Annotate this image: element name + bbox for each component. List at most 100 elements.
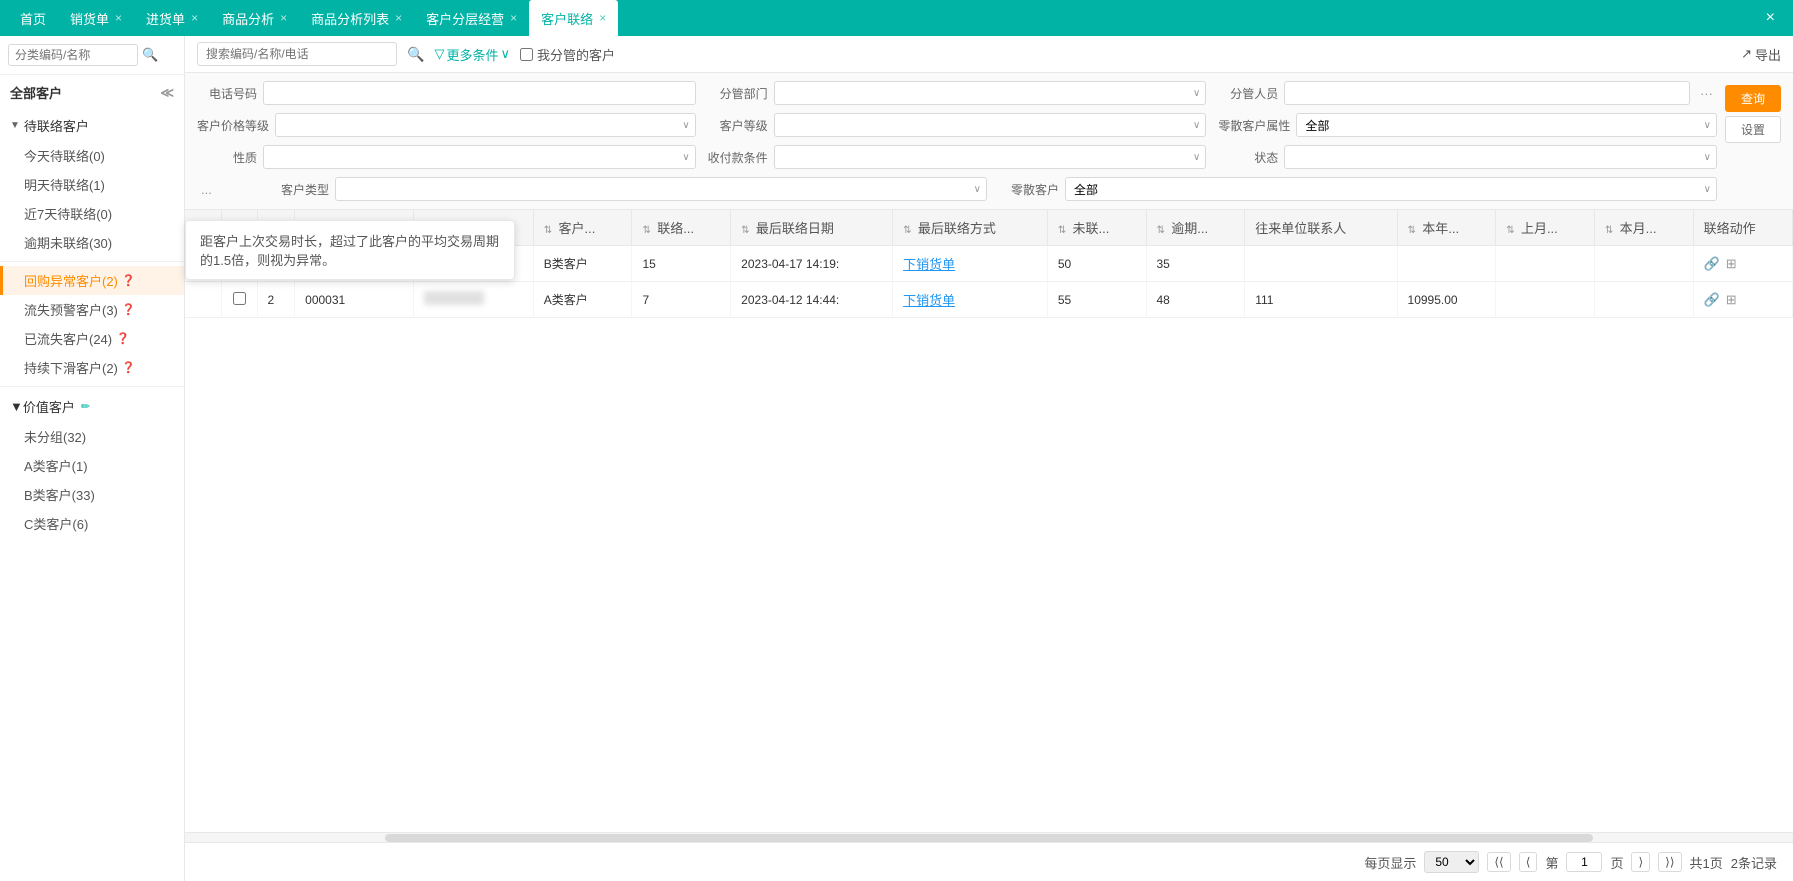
sidebar-item-a-class[interactable]: A类客户(1) <box>0 451 184 480</box>
price-grade-select-wrapper: ∨ <box>275 113 696 137</box>
th-last-month[interactable]: ⇅ 上月... <box>1496 210 1595 246</box>
price-grade-input[interactable] <box>275 113 696 137</box>
row2-grid-icon[interactable]: ⊞ <box>1726 292 1737 308</box>
sidebar-item-declining[interactable]: 持续下滑客户(2) ❓ <box>0 353 184 382</box>
nav-close-customer-contact[interactable]: × <box>599 11 606 25</box>
settings-button[interactable]: 设置 <box>1725 116 1781 143</box>
row2-checkbox[interactable] <box>221 282 257 318</box>
scrollbar-thumb[interactable] <box>385 834 1593 842</box>
sidebar-item-already-lost[interactable]: 已流失客户(24) ❓ <box>0 324 184 353</box>
retail-customer-select-wrapper: ∨ <box>1065 177 1717 201</box>
th-this-year[interactable]: ⇅ 本年... <box>1397 210 1496 246</box>
nav-product-analysis-list[interactable]: 商品分析列表 × <box>299 0 414 36</box>
row2-method-link[interactable]: 下销货单 <box>903 293 955 308</box>
page-label-suffix: 页 <box>1610 853 1623 872</box>
th-last-contact-method[interactable]: ⇅ 最后联络方式 <box>893 210 1048 246</box>
query-button[interactable]: 查询 <box>1725 85 1781 112</box>
retail-customer-label: 零散客户 <box>999 181 1059 198</box>
search-input[interactable] <box>197 42 397 66</box>
sidebar-all-customers[interactable]: 全部客户 ≪ <box>0 75 184 110</box>
nav-sales-order[interactable]: 销货单 × <box>58 0 134 36</box>
th-action: 联络动作 <box>1693 210 1792 246</box>
filter-field-phone: 电话号码 <box>197 81 696 105</box>
page-size-select[interactable]: 50 20 100 <box>1424 851 1479 873</box>
row1-method-link[interactable]: 下销货单 <box>903 257 955 272</box>
status-input[interactable] <box>1284 145 1717 169</box>
row2-select-checkbox[interactable] <box>233 292 246 305</box>
export-button[interactable]: ↗ 导出 <box>1741 45 1781 64</box>
th-not-contact[interactable]: ⇅ 未联... <box>1047 210 1146 246</box>
value-customers-edit-icon[interactable]: ✏ <box>81 400 90 413</box>
nav-close-customer-tiering[interactable]: × <box>510 11 517 25</box>
th-customer-grade[interactable]: ⇅ 客户... <box>533 210 632 246</box>
th-last-contact-date[interactable]: ⇅ 最后联络日期 <box>731 210 893 246</box>
row2-overdue: 48 <box>1146 282 1245 318</box>
window-close-button[interactable]: × <box>1756 9 1785 27</box>
my-customer-checkbox-label[interactable]: 我分管的客户 <box>520 45 615 64</box>
manager-input[interactable] <box>1284 81 1690 105</box>
chevron-down-icon: ∨ <box>500 46 510 62</box>
search-button[interactable]: 🔍 <box>407 46 424 63</box>
more-conditions-button[interactable]: ▽ 更多条件 ∨ <box>434 45 510 64</box>
retail-attr-input[interactable] <box>1296 113 1717 137</box>
sidebar: 🔍 全部客户 ≪ ▼ 待联络客户 今天待联络(0) 明天待联络(1) 近7天待联… <box>0 36 185 881</box>
row1-contact: 15 <box>632 246 731 282</box>
customer-type-input[interactable] <box>335 177 987 201</box>
nav-close-product-analysis-list[interactable]: × <box>395 11 402 25</box>
row2-link-icon[interactable]: 🔗 <box>1704 292 1720 308</box>
sidebar-item-c-class[interactable]: C类客户(6) <box>0 509 184 538</box>
sidebar-search-icon[interactable]: 🔍 <box>142 47 158 63</box>
row1-last-contact-method[interactable]: 下销货单 <box>893 246 1048 282</box>
horizontal-scrollbar[interactable] <box>185 832 1793 842</box>
nav-close-product-analysis[interactable]: × <box>280 11 287 25</box>
prev-page-button[interactable]: ⟨ <box>1519 852 1538 872</box>
payment-input[interactable] <box>774 145 1207 169</box>
row1-link-icon[interactable]: 🔗 <box>1704 256 1720 272</box>
nav-customer-tiering[interactable]: 客户分层经营 × <box>414 0 529 36</box>
phone-input[interactable] <box>263 81 696 105</box>
customer-grade-input[interactable] <box>774 113 1207 137</box>
my-customer-checkbox[interactable] <box>520 48 533 61</box>
row4-more-dots[interactable]: ... <box>197 182 216 197</box>
sidebar-item-overdue-pending[interactable]: 逾期未联络(30) <box>0 228 184 257</box>
nav-purchase-order[interactable]: 进货单 × <box>134 0 210 36</box>
nav-close-purchase-order[interactable]: × <box>191 11 198 25</box>
next-page-button[interactable]: ⟩ <box>1631 852 1650 872</box>
sort-icon-grade: ⇅ <box>544 225 552 236</box>
sidebar-item-today-pending[interactable]: 今天待联络(0) <box>0 141 184 170</box>
sidebar-collapse-icon[interactable]: ≪ <box>160 85 174 101</box>
sidebar-value-customers-group[interactable]: ▼ 价值客户 ✏ <box>0 391 184 422</box>
dept-input[interactable] <box>774 81 1207 105</box>
row1-last-contact-date: 2023-04-17 14:19: <box>731 246 893 282</box>
nav-customer-contact[interactable]: 客户联络 × <box>529 0 618 36</box>
nav-home[interactable]: 首页 <box>8 0 58 36</box>
th-this-month[interactable]: ⇅ 本月... <box>1594 210 1693 246</box>
first-page-button[interactable]: ⟨⟨ <box>1487 852 1510 872</box>
nav-product-analysis[interactable]: 商品分析 × <box>210 0 299 36</box>
sidebar-item-unclassified[interactable]: 未分组(32) <box>0 422 184 451</box>
th-contact[interactable]: ⇅ 联络... <box>632 210 731 246</box>
gender-input[interactable] <box>263 145 696 169</box>
filter-field-retail-attr: 零散客户属性 ∨ <box>1218 113 1717 137</box>
sidebar-divider-1 <box>0 261 184 262</box>
manager-more-dots[interactable]: ··· <box>1696 86 1717 101</box>
th-unit-contact[interactable]: 往来单位联系人 <box>1245 210 1397 246</box>
nav-close-sales-order[interactable]: × <box>115 11 122 25</box>
sidebar-item-tomorrow-pending[interactable]: 明天待联络(1) <box>0 170 184 199</box>
last-page-button[interactable]: ⟩⟩ <box>1658 852 1681 872</box>
customer-grade-select-wrapper: ∨ <box>774 113 1207 137</box>
sidebar-item-b-class[interactable]: B类客户(33) <box>0 480 184 509</box>
sidebar-pending-contact[interactable]: ▼ 待联络客户 <box>0 110 184 141</box>
retail-customer-input[interactable] <box>1065 177 1717 201</box>
customer-type-label: 客户类型 <box>269 181 329 198</box>
row2-this-month <box>1594 282 1693 318</box>
filter-field-price-grade: 客户价格等级 ∨ <box>197 113 696 137</box>
page-number-input[interactable] <box>1566 852 1602 872</box>
row1-grid-icon[interactable]: ⊞ <box>1726 256 1737 272</box>
sidebar-item-7days-pending[interactable]: 近7天待联络(0) <box>0 199 184 228</box>
row2-last-contact-method[interactable]: 下销货单 <box>893 282 1048 318</box>
sidebar-search-input[interactable] <box>8 44 138 66</box>
sidebar-item-lost-warning[interactable]: 流失预警客户(3) ❓ <box>0 295 184 324</box>
th-overdue[interactable]: ⇅ 逾期... <box>1146 210 1245 246</box>
sidebar-item-repurchase-abnormal[interactable]: 回购异常客户(2) ❓ <box>0 266 184 295</box>
